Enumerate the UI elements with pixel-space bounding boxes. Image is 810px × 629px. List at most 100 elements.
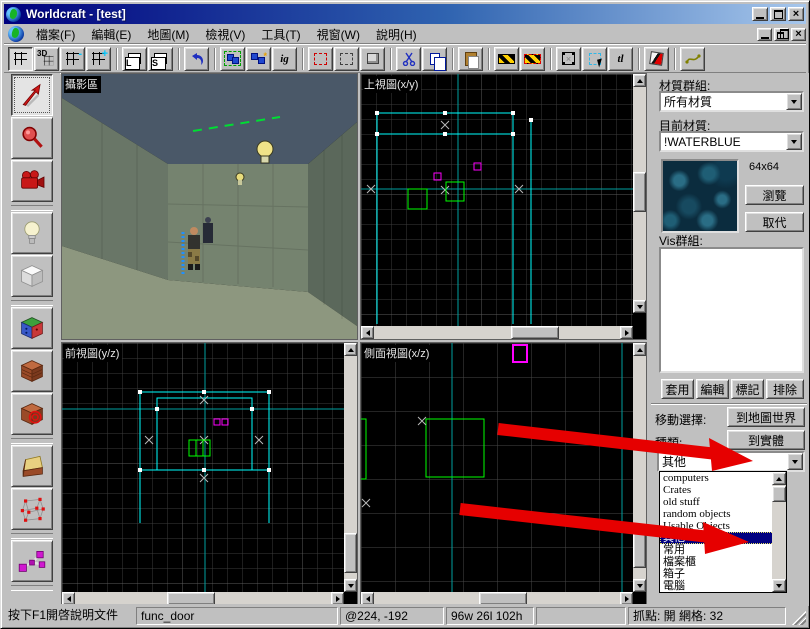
- path-button[interactable]: [680, 46, 705, 71]
- maximize-button[interactable]: [770, 7, 786, 21]
- mdi-restore-button[interactable]: [774, 27, 789, 41]
- front-viewport[interactable]: 前視圖(y/z): [61, 342, 358, 606]
- menu-edit[interactable]: 編輯(E): [83, 24, 139, 45]
- apply-texture-tool[interactable]: [11, 350, 53, 392]
- title-bar[interactable]: Worldcraft - [test] ×: [4, 4, 806, 24]
- save-window-state-button[interactable]: S: [148, 46, 173, 71]
- dropdown-item[interactable]: Usable Objects: [660, 520, 786, 532]
- resize-grip[interactable]: [792, 611, 806, 625]
- menu-file[interactable]: 檔案(F): [28, 24, 83, 45]
- category-dropdown-list[interactable]: computers Crates old stuff random object…: [659, 471, 787, 593]
- camera-viewport-label[interactable]: 攝影區: [64, 76, 101, 93]
- top-view-canvas[interactable]: [361, 74, 633, 326]
- toolbar-separator: [674, 47, 676, 70]
- dropdown-item[interactable]: old stuff: [660, 496, 786, 508]
- chevron-down-icon[interactable]: [786, 93, 802, 110]
- chevron-down-icon[interactable]: [787, 453, 803, 470]
- group-button[interactable]: [220, 46, 245, 71]
- texture-group-combobox[interactable]: 所有材質: [659, 91, 804, 112]
- camera-viewport[interactable]: 攝影區: [61, 73, 358, 340]
- magnify-tool[interactable]: [11, 117, 53, 159]
- top-horizontal-scrollbar[interactable]: [361, 326, 633, 339]
- clipping-tool[interactable]: [11, 445, 53, 487]
- scroll-thumb[interactable]: [633, 172, 646, 212]
- vis-exclude-button[interactable]: 排除: [766, 379, 804, 399]
- dropdown-item[interactable]: 檔案櫃: [660, 556, 786, 568]
- auto-select-button[interactable]: [582, 46, 607, 71]
- vis-mark-button[interactable]: 標記: [731, 379, 764, 399]
- hide-unselected-button[interactable]: [334, 46, 359, 71]
- toggle-3d-grid-button[interactable]: 3D: [34, 46, 59, 71]
- dropdown-item[interactable]: 電腦: [660, 580, 786, 592]
- close-button[interactable]: ×: [788, 7, 804, 21]
- browse-texture-button[interactable]: 瀏覽: [745, 185, 804, 205]
- select-box-button[interactable]: ×: [556, 46, 581, 71]
- mdi-close-button[interactable]: ×: [791, 27, 806, 41]
- menu-window[interactable]: 視窗(W): [309, 24, 368, 45]
- dropdown-item[interactable]: Crates: [660, 484, 786, 496]
- scroll-thumb[interactable]: [633, 528, 646, 568]
- menu-view[interactable]: 檢視(V): [197, 24, 253, 45]
- undo-button[interactable]: [184, 46, 209, 71]
- app-icon[interactable]: [6, 6, 21, 22]
- path-tool[interactable]: [11, 540, 53, 582]
- smaller-grid-button[interactable]: -: [60, 46, 85, 71]
- to-world-button[interactable]: 到地圖世界: [727, 407, 805, 427]
- scroll-thumb[interactable]: [344, 533, 357, 573]
- menu-map[interactable]: 地圖(M): [139, 24, 197, 45]
- menu-tools[interactable]: 工具(T): [253, 24, 308, 45]
- paste-button[interactable]: [458, 46, 483, 71]
- ignore-groups-button[interactable]: ig: [272, 46, 297, 71]
- front-vertical-scrollbar[interactable]: [344, 343, 357, 592]
- front-view-canvas[interactable]: [62, 343, 344, 592]
- carve-button[interactable]: [644, 46, 669, 71]
- dropdown-item[interactable]: 常用: [660, 544, 786, 556]
- to-entity-button[interactable]: 到實體: [727, 430, 805, 450]
- copy-button[interactable]: [422, 46, 447, 71]
- cut-button[interactable]: [396, 46, 421, 71]
- dropdown-item[interactable]: computers: [660, 472, 786, 484]
- texture-application-tool[interactable]: [11, 307, 53, 349]
- front-viewport-label[interactable]: 前視圖(y/z): [64, 345, 123, 362]
- cordon-button[interactable]: [494, 46, 519, 71]
- top-viewport-label[interactable]: 上視圖(x/y): [363, 76, 422, 93]
- category-combobox[interactable]: 其他: [657, 451, 805, 472]
- toggle-grid-button[interactable]: [8, 46, 33, 71]
- top-viewport[interactable]: 上視圖(x/y): [360, 73, 647, 340]
- current-texture-combobox[interactable]: !WATERBLUE: [659, 131, 804, 152]
- hide-selected-button[interactable]: [308, 46, 333, 71]
- show-all-button[interactable]: [360, 46, 385, 71]
- mdi-minimize-button[interactable]: [757, 27, 772, 41]
- vertex-tool[interactable]: [11, 488, 53, 530]
- dropdown-scrollbar[interactable]: [772, 472, 786, 592]
- camera-tool[interactable]: [11, 160, 53, 202]
- larger-grid-button[interactable]: +: [86, 46, 111, 71]
- dropdown-item[interactable]: 箱子: [660, 568, 786, 580]
- apply-decals-tool[interactable]: [11, 393, 53, 435]
- vis-edit-button[interactable]: 編輯: [696, 379, 729, 399]
- side-viewport[interactable]: 側面視圖(x/z): [306, 342, 647, 606]
- path-nodes-icon: [18, 551, 46, 572]
- minimize-button[interactable]: [752, 7, 768, 21]
- replace-texture-button[interactable]: 取代: [745, 212, 804, 232]
- selection-tool[interactable]: [11, 74, 53, 116]
- side-viewport-label[interactable]: 側面視圖(x/z): [363, 345, 433, 362]
- ungroup-button[interactable]: *: [246, 46, 271, 71]
- dropdown-item[interactable]: random objects: [660, 508, 786, 520]
- side-vertical-scrollbar[interactable]: [633, 343, 646, 592]
- dropdown-item-selected[interactable]: 其他: [660, 532, 774, 544]
- menu-help[interactable]: 說明(H): [368, 24, 425, 45]
- scroll-thumb[interactable]: [772, 486, 786, 502]
- edit-cordon-button[interactable]: [520, 46, 545, 71]
- texture-lock-button[interactable]: tl: [608, 46, 633, 71]
- load-window-state-button[interactable]: L: [122, 46, 147, 71]
- entity-tool[interactable]: [11, 212, 53, 254]
- document-icon[interactable]: [8, 26, 24, 42]
- scroll-thumb[interactable]: [511, 326, 559, 339]
- vis-apply-button[interactable]: 套用: [661, 379, 694, 399]
- top-vertical-scrollbar[interactable]: [633, 74, 646, 313]
- side-view-canvas[interactable]: [306, 343, 633, 592]
- chevron-down-icon[interactable]: [786, 133, 802, 150]
- vis-groups-listbox[interactable]: [659, 247, 804, 373]
- block-tool[interactable]: [11, 255, 53, 297]
